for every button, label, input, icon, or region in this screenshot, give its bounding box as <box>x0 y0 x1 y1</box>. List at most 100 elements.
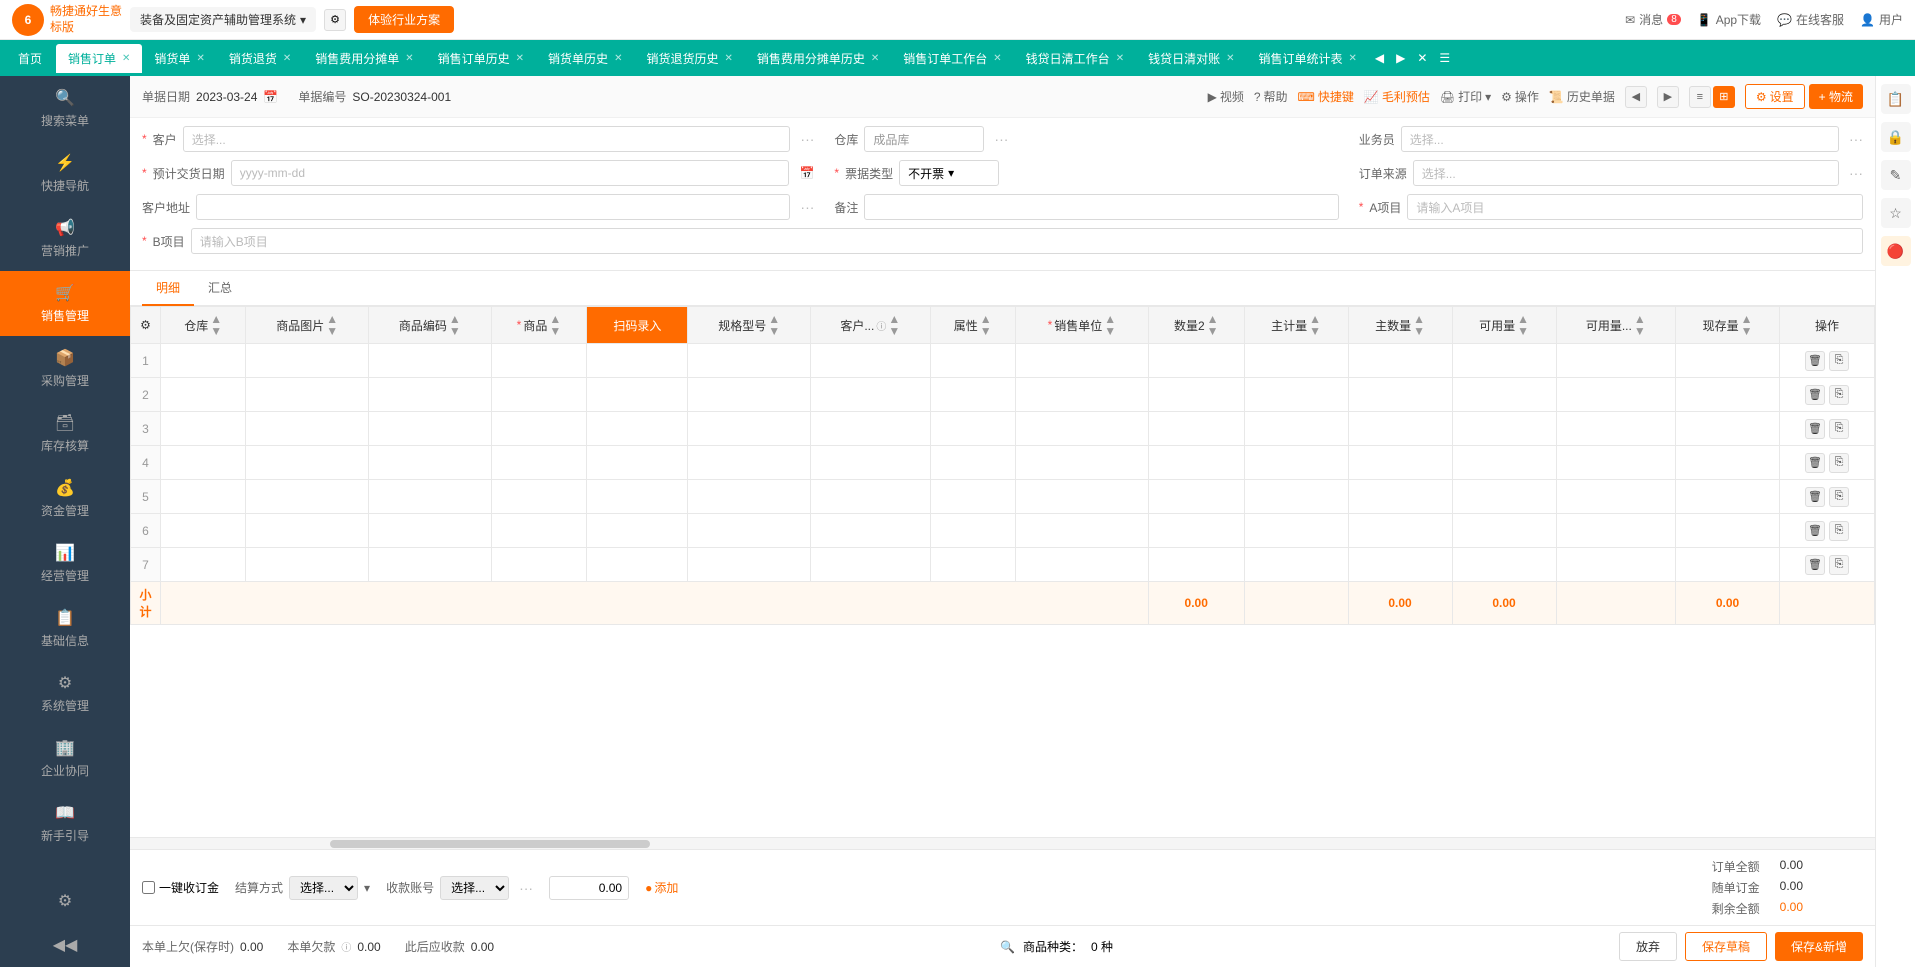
one-click-check[interactable]: 一键收订金 <box>142 879 219 896</box>
nav-arrow-right[interactable]: ▶ <box>1390 47 1411 69</box>
salesman-more-icon[interactable]: ··· <box>1849 131 1863 147</box>
sidebar-item-ops[interactable]: 📊 经营管理 <box>0 531 130 596</box>
tab-mingxi[interactable]: 明细 <box>142 271 194 306</box>
row-4-copy-icon[interactable]: ⎘ <box>1829 453 1849 473</box>
layout-list-btn[interactable]: ≡ <box>1689 86 1711 108</box>
nav-tab-reconcile[interactable]: 钱贷日清对账 ✕ <box>1136 44 1246 73</box>
table-wrap[interactable]: ⚙ 仓库▲▼ 商品图片▲▼ 商品编码▲▼ *商品▲▼ 扫 <box>130 306 1875 837</box>
row-1-customer-code[interactable] <box>811 344 931 378</box>
right-panel-icon-edit[interactable]: ✎ <box>1881 160 1911 190</box>
nav-home[interactable]: 首页 <box>4 44 56 73</box>
sidebar-item-system[interactable]: ⚙ 系统管理 <box>0 661 130 726</box>
setting-btn[interactable]: ⚙ 设置 <box>1745 84 1805 109</box>
nav-arrow-left[interactable]: ◀ <box>1369 47 1390 69</box>
address-more-icon[interactable]: ··· <box>800 199 814 215</box>
sidebar-item-search[interactable]: 🔍 搜索菜单 <box>0 76 130 141</box>
nav-close-all[interactable]: ✕ <box>1411 47 1433 69</box>
nav-tab-return[interactable]: 销货退货 ✕ <box>217 44 303 73</box>
right-panel-icon-star[interactable]: ☆ <box>1881 198 1911 228</box>
row-6-delete-icon[interactable]: 🗑 <box>1805 521 1825 541</box>
row-7-delete-icon[interactable]: 🗑 <box>1805 555 1825 575</box>
row-1-main-unit[interactable] <box>1244 344 1348 378</box>
print-btn[interactable]: 🖨 打印 ▾ <box>1440 88 1491 105</box>
shortcut-btn[interactable]: ⌨ 快捷键 <box>1298 88 1354 105</box>
row-1-main-qty[interactable] <box>1348 344 1452 378</box>
th-unit[interactable]: *销售单位▲▼ <box>1015 307 1148 344</box>
row-1-spec[interactable] <box>688 344 811 378</box>
delivery-input[interactable]: yyyy-mm-dd <box>231 160 790 186</box>
nav-prev-icon[interactable]: ◀ <box>1625 86 1647 108</box>
sidebar-item-sales[interactable]: 🛒 销售管理 <box>0 271 130 336</box>
nav-tab-return-history[interactable]: 销货退货历史 ✕ <box>634 44 744 73</box>
close-tab-sales-invoice[interactable]: ✕ <box>196 53 204 64</box>
row-2-delete-icon[interactable]: 🗑 <box>1805 385 1825 405</box>
address-input[interactable] <box>196 194 790 220</box>
warehouse-more-icon[interactable]: ··· <box>994 131 1008 147</box>
th-image[interactable]: 商品图片▲▼ <box>246 307 369 344</box>
history-btn[interactable]: 📜 历史单据 <box>1549 88 1615 105</box>
sidebar-item-inventory[interactable]: 🗃 库存核算 <box>0 401 130 466</box>
b-project-input[interactable]: 请输入B项目 <box>191 228 1863 254</box>
nav-tab-order-history[interactable]: 销售订单历史 ✕ <box>426 44 536 73</box>
salesman-input[interactable]: 选择... <box>1401 126 1839 152</box>
online-service-btn[interactable]: 💬 在线客服 <box>1777 11 1844 28</box>
settlement-select[interactable]: 选择... <box>289 876 358 900</box>
help-btn[interactable]: ? 帮助 <box>1254 88 1288 105</box>
customer-input[interactable]: 选择... <box>183 126 791 152</box>
row-3-copy-icon[interactable]: ⎘ <box>1829 419 1849 439</box>
th-attribute[interactable]: 属性▲▼ <box>930 307 1015 344</box>
notes-input[interactable] <box>864 194 1338 220</box>
nav-tab-workbench[interactable]: 销售订单工作台 ✕ <box>891 44 1013 73</box>
nav-menu[interactable]: ☰ <box>1433 47 1456 69</box>
a-project-input[interactable]: 请输入A项目 <box>1407 194 1863 220</box>
th-product[interactable]: *商品▲▼ <box>491 307 587 344</box>
one-click-checkbox[interactable] <box>142 881 155 894</box>
action-btn[interactable]: ⚙ 操作 <box>1501 88 1539 105</box>
order-source-more-icon[interactable]: ··· <box>1849 165 1863 181</box>
right-panel-icon-alert[interactable]: 🔴 <box>1881 236 1911 266</box>
th-available2[interactable]: 可用量...▲▼ <box>1556 307 1676 344</box>
settings-gear-icon[interactable]: ⚙ <box>324 9 346 31</box>
row-3-delete-icon[interactable]: 🗑 <box>1805 419 1825 439</box>
warehouse-input[interactable]: 成品库 <box>864 126 984 152</box>
delivery-calendar-icon[interactable]: 📅 <box>799 166 814 180</box>
nav-tab-sales-order[interactable]: 销售订单 ✕ <box>56 44 142 73</box>
scroll-thumb[interactable] <box>330 840 650 848</box>
th-customer-code[interactable]: 客户...ⓘ▲▼ <box>811 307 931 344</box>
amount-input[interactable] <box>549 876 629 900</box>
sidebar-item-finance[interactable]: 💰 资金管理 <box>0 466 130 531</box>
row-5-delete-icon[interactable]: 🗑 <box>1805 487 1825 507</box>
th-warehouse[interactable]: 仓库▲▼ <box>161 307 246 344</box>
nav-tab-sales-invoice[interactable]: 销货单 ✕ <box>142 44 216 73</box>
discard-btn[interactable]: 放弃 <box>1619 932 1677 961</box>
profit-btn[interactable]: 📈 毛利预估 <box>1364 88 1430 105</box>
customer-more-icon[interactable]: ··· <box>800 131 814 147</box>
row-7-copy-icon[interactable]: ⎘ <box>1829 555 1849 575</box>
sidebar-item-purchase[interactable]: 📦 采购管理 <box>0 336 130 401</box>
sidebar-item-basic[interactable]: 📋 基础信息 <box>0 596 130 661</box>
th-main-qty[interactable]: 主数量▲▼ <box>1348 307 1452 344</box>
sidebar-item-marketing[interactable]: 📢 营销推广 <box>0 206 130 271</box>
user-btn[interactable]: 👤 用户 <box>1860 11 1903 28</box>
sidebar-item-enterprise[interactable]: 🏢 企业协同 <box>0 726 130 791</box>
nav-tab-expense-history[interactable]: 销售费用分摊单历史 ✕ <box>745 44 891 73</box>
view-btn[interactable]: ▶ 视频 <box>1208 88 1244 105</box>
row-1-code[interactable] <box>368 344 491 378</box>
order-source-input[interactable]: 选择... <box>1413 160 1839 186</box>
right-panel-icon-clipboard[interactable]: 📋 <box>1881 84 1911 114</box>
th-code[interactable]: 商品编码▲▼ <box>368 307 491 344</box>
row-1-image[interactable] <box>246 344 369 378</box>
nav-next-icon[interactable]: ▶ <box>1657 86 1679 108</box>
right-panel-icon-lock[interactable]: 🔒 <box>1881 122 1911 152</box>
row-1-scan[interactable] <box>587 344 688 378</box>
th-spec[interactable]: 规格型号▲▼ <box>688 307 811 344</box>
app-download-btn[interactable]: 📱 App下载 <box>1697 11 1761 28</box>
save-draft-btn[interactable]: 保存草稿 <box>1685 932 1767 961</box>
row-1-available[interactable] <box>1452 344 1556 378</box>
th-gear[interactable]: ⚙ <box>131 307 161 344</box>
layout-grid-btn[interactable]: ⊞ <box>1713 86 1735 108</box>
industry-btn[interactable]: 体验行业方案 <box>354 6 454 33</box>
row-1-current[interactable] <box>1676 344 1780 378</box>
row-1-unit[interactable] <box>1015 344 1148 378</box>
nav-tab-invoice-history[interactable]: 销货单历史 ✕ <box>536 44 634 73</box>
